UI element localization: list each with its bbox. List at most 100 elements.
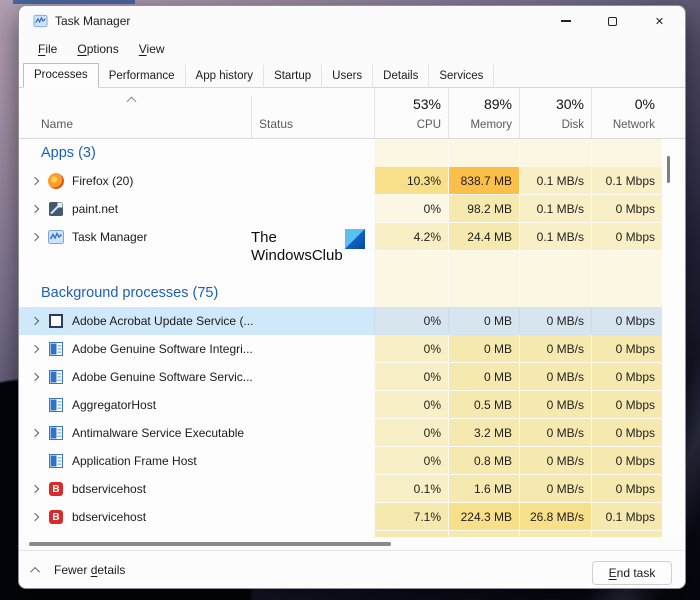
title-bar[interactable]: Task Manager ✕ xyxy=(19,6,685,36)
column-header-status[interactable]: Status xyxy=(259,117,293,131)
tab-performance[interactable]: Performance xyxy=(99,65,186,88)
firefox-icon xyxy=(48,173,64,189)
disk-cell: 0 MB/s xyxy=(519,335,591,363)
cpu-cell xyxy=(374,279,448,307)
maximize-button[interactable] xyxy=(589,6,636,36)
disk-cell: 0 MB/s xyxy=(519,363,591,391)
menu-options[interactable]: Options xyxy=(68,39,127,59)
column-header-row: Name Status 53% CPU 89%Memory30%Disk0%Netw… xyxy=(19,88,685,139)
memory-cell: 1.6 MB xyxy=(448,475,519,503)
network-cell: 0.1 Mbps xyxy=(591,167,662,195)
cpu-cell: 0% xyxy=(374,195,448,223)
column-divider xyxy=(251,96,252,138)
expand-chevron-icon[interactable] xyxy=(31,429,39,437)
menu-view[interactable]: View xyxy=(130,39,174,59)
cpu-cell: 0% xyxy=(374,335,448,363)
process-row[interactable]: AggregatorHost0%0.5 MB0 MB/s0 Mbps xyxy=(19,391,685,419)
network-cell: 0 Mbps xyxy=(591,419,662,447)
menu-file[interactable]: File xyxy=(29,39,66,59)
disk-cell xyxy=(519,139,591,167)
tab-app-history[interactable]: App history xyxy=(186,65,265,88)
memory-cell: 0 MB xyxy=(448,307,519,335)
column-label: CPU xyxy=(417,119,441,131)
cpu-cell: 0% xyxy=(374,363,448,391)
expand-chevron-icon[interactable] xyxy=(31,317,39,325)
column-label: Network xyxy=(613,119,655,131)
vertical-scrollbar[interactable] xyxy=(667,156,670,183)
application-icon xyxy=(48,453,64,469)
process-name: Firefox (20) xyxy=(72,174,133,188)
window-controls: ✕ xyxy=(542,6,683,36)
network-cell: 0 Mbps xyxy=(591,223,662,251)
column-header-memory[interactable]: 89%Memory xyxy=(448,88,519,138)
column-header-cpu[interactable]: 53% CPU xyxy=(374,88,448,138)
network-cell: 0 Mbps xyxy=(591,307,662,335)
memory-cell: 0 MB xyxy=(448,363,519,391)
expand-chevron-icon[interactable] xyxy=(31,373,39,381)
memory-cell: 3.2 MB xyxy=(448,419,519,447)
group-header-row[interactable]: Apps (3) xyxy=(19,139,685,167)
tab-users[interactable]: Users xyxy=(322,65,373,88)
name-cell: Background processes (75) xyxy=(19,279,374,307)
memory-cell: 0.8 MB xyxy=(448,447,519,475)
process-row[interactable]: Bbdservicehost0.1%1.6 MB0 MB/s0 Mbps xyxy=(19,475,685,503)
expand-chevron-icon[interactable] xyxy=(31,513,39,521)
sort-ascending-icon xyxy=(127,97,137,107)
fewer-details-toggle[interactable]: Fewer details xyxy=(33,563,125,577)
process-row[interactable]: Application Frame Host0%0.8 MB0 MB/s0 Mb… xyxy=(19,447,685,475)
process-row[interactable]: Adobe Genuine Software Integri...0%0 MB0… xyxy=(19,335,685,363)
tab-processes[interactable]: Processes xyxy=(23,63,99,88)
network-cell: 0 Mbps xyxy=(591,363,662,391)
disk-cell: 0.1 MB/s xyxy=(519,167,591,195)
process-row[interactable]: Bbdservicehost7.1%224.3 MB26.8 MB/s0.1 M… xyxy=(19,503,685,531)
column-header-disk[interactable]: 30%Disk xyxy=(519,88,591,138)
minimize-icon xyxy=(561,20,571,22)
process-row[interactable]: Firefox (20)10.3%838.7 MB0.1 MB/s0.1 Mbp… xyxy=(19,167,685,195)
expand-chevron-icon[interactable] xyxy=(31,345,39,353)
cpu-cell: 0% xyxy=(374,419,448,447)
network-cell: 0 Mbps xyxy=(591,447,662,475)
horizontal-scrollbar-track[interactable] xyxy=(19,537,685,550)
memory-cell: 838.7 MB xyxy=(448,167,519,195)
horizontal-scrollbar-thumb[interactable] xyxy=(29,542,391,546)
process-row[interactable]: Adobe Acrobat Update Service (...0%0 MB0… xyxy=(19,307,685,335)
column-total-percent: 53% xyxy=(413,96,441,112)
expand-chevron-icon[interactable] xyxy=(31,485,39,493)
process-row[interactable]: Antimalware Service Executable0%3.2 MB0 … xyxy=(19,419,685,447)
network-cell xyxy=(591,279,662,307)
expand-chevron-icon[interactable] xyxy=(31,233,39,241)
column-header-name[interactable]: Name xyxy=(41,117,73,131)
cpu-cell: 0% xyxy=(374,307,448,335)
process-row[interactable]: Adobe Genuine Software Servic...0%0 MB0 … xyxy=(19,363,685,391)
cpu-cell: 4.2% xyxy=(374,223,448,251)
minimize-button[interactable] xyxy=(542,6,589,36)
tab-details[interactable]: Details xyxy=(373,65,429,88)
column-label: Memory xyxy=(470,119,512,131)
close-button[interactable]: ✕ xyxy=(636,6,683,36)
expand-chevron-icon[interactable] xyxy=(31,205,39,213)
group-header-row[interactable]: Background processes (75) xyxy=(19,279,685,307)
application-icon xyxy=(48,369,64,385)
application-icon xyxy=(48,341,64,357)
process-list[interactable]: Apps (3) Firefox (20)10.3%838.7 MB0.1 MB/… xyxy=(19,139,685,537)
name-cell: Apps (3) xyxy=(19,139,374,167)
fewer-details-label: Fewer details xyxy=(54,563,125,577)
memory-cell xyxy=(448,139,519,167)
background-window-edge xyxy=(13,0,135,4)
end-task-button[interactable]: End task xyxy=(592,561,672,585)
application-icon xyxy=(48,397,64,413)
expand-chevron-icon[interactable] xyxy=(31,177,39,185)
bdservicehost-icon: B xyxy=(49,482,63,496)
paint-net-icon xyxy=(48,201,64,217)
column-header-network[interactable]: 0%Network xyxy=(591,88,662,138)
process-row[interactable]: paint.net0%98.2 MB0.1 MB/s0 Mbps xyxy=(19,195,685,223)
tab-startup[interactable]: Startup xyxy=(264,65,322,88)
disk-cell: 0.1 MB/s xyxy=(519,223,591,251)
cpu-cell xyxy=(374,251,448,279)
disk-cell: 0 MB/s xyxy=(519,307,591,335)
disk-cell: 0 MB/s xyxy=(519,391,591,419)
tab-services[interactable]: Services xyxy=(429,65,494,88)
network-cell: 0.1 Mbps xyxy=(591,503,662,531)
group-label: Apps (3) xyxy=(41,145,96,161)
adobe-updater-icon xyxy=(49,314,63,328)
